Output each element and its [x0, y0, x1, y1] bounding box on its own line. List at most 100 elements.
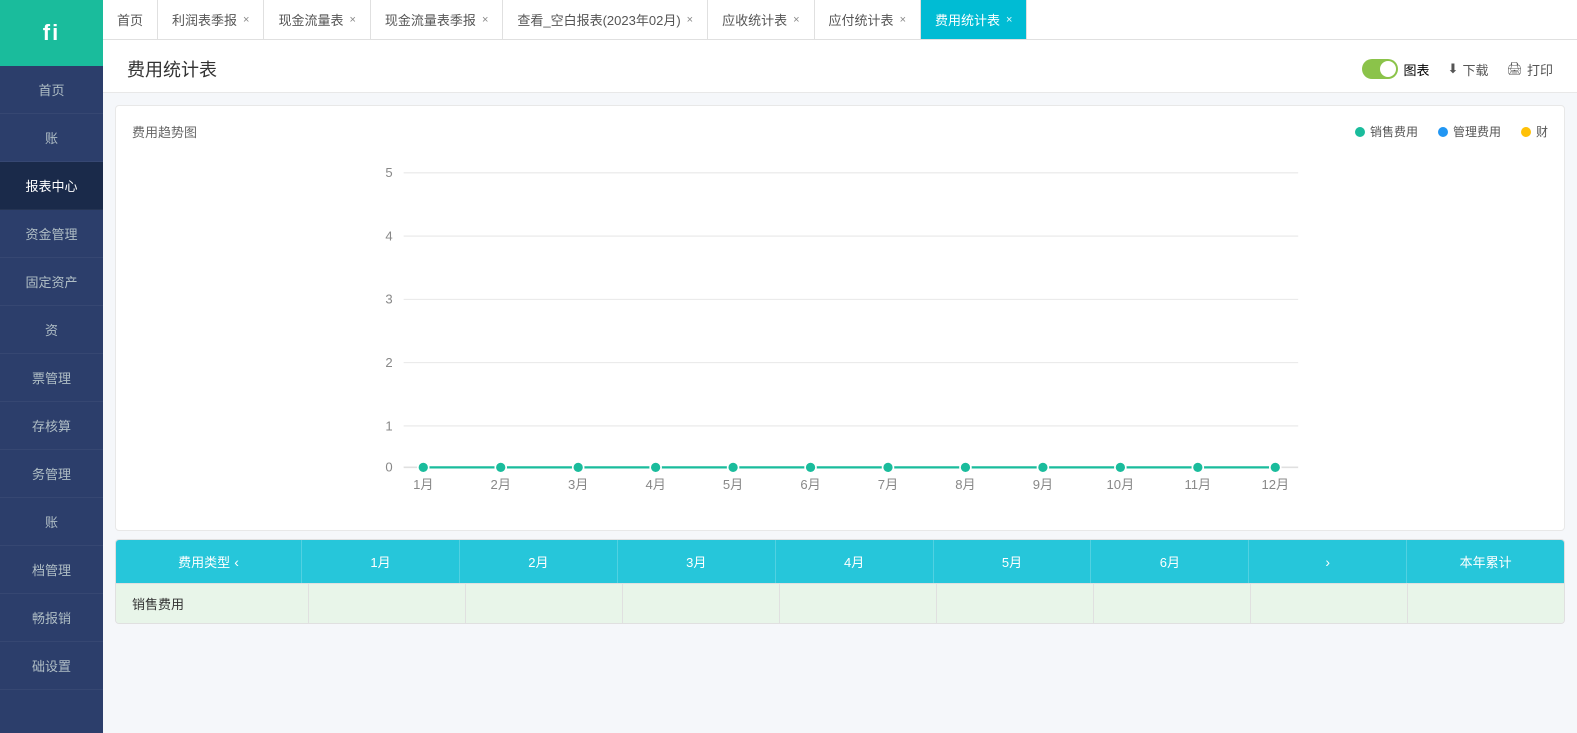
print-button[interactable]: 🖨 打印: [1506, 60, 1553, 79]
td-nav-spacer: [1251, 584, 1408, 623]
tab-payable-label: 应付统计表: [829, 10, 894, 29]
sidebar-item-writeoff[interactable]: 畅报销: [0, 594, 103, 642]
chart-toggle-wrap: 图表: [1362, 59, 1430, 79]
sidebar-item-investment[interactable]: 资: [0, 306, 103, 354]
svg-text:3月: 3月: [568, 477, 588, 492]
legend-finance-label: 财: [1536, 123, 1548, 140]
svg-text:10月: 10月: [1107, 477, 1135, 492]
table-header: 费用类型 ‹ 1月 2月 3月 4月 5月: [116, 540, 1564, 583]
th-nav-next[interactable]: ›: [1249, 540, 1407, 583]
page-header: 费用统计表 图表 ⬇ 下载 🖨 打印: [103, 40, 1577, 93]
tab-cashflow-close[interactable]: ×: [349, 14, 355, 26]
sidebar-item-service[interactable]: 务管理: [0, 450, 103, 498]
table-row: 销售费用: [116, 583, 1564, 623]
sidebar-item-fixed-assets[interactable]: 固定资产: [0, 258, 103, 306]
td-m6: [1094, 584, 1251, 623]
th-type: 费用类型 ‹: [116, 540, 302, 583]
tab-expense-close[interactable]: ×: [1006, 14, 1012, 26]
tab-receivable-close[interactable]: ×: [793, 14, 799, 26]
chart-toggle[interactable]: [1362, 59, 1398, 79]
th-m5: 5月: [934, 540, 1092, 583]
sidebar: fi 首页 账 报表中心 资金管理 固定资产 资 票管理 存核算 务管理 账 档…: [0, 0, 103, 733]
legend-admin: 管理费用: [1438, 123, 1501, 140]
svg-text:1: 1: [385, 418, 392, 433]
download-button[interactable]: ⬇ 下载: [1448, 60, 1489, 79]
th-m2-label: 2月: [528, 552, 548, 571]
tab-blank-report-close[interactable]: ×: [687, 14, 693, 26]
legend-admin-dot: [1438, 127, 1448, 137]
sidebar-item-home[interactable]: 首页: [0, 66, 103, 114]
next-arrow[interactable]: ›: [1325, 554, 1330, 570]
svg-text:0: 0: [385, 460, 392, 475]
td-m3: [623, 584, 780, 623]
tab-blank-report-label: 查看_空白报表(2023年02月): [517, 10, 680, 29]
th-m2: 2月: [460, 540, 618, 583]
page-title: 费用统计表: [127, 56, 217, 82]
svg-text:2月: 2月: [491, 477, 511, 492]
sidebar-item-inventory[interactable]: 存核算: [0, 402, 103, 450]
tab-profit-quarterly[interactable]: 利润表季报 ×: [158, 0, 264, 39]
line-chart-svg: 5 4 3 2 1 0 1月 2月 3月 4月 5月 6月 7月 8月 9: [132, 151, 1548, 511]
svg-text:7月: 7月: [878, 477, 898, 492]
chart-title: 费用趋势图: [132, 122, 197, 141]
prev-arrow[interactable]: ‹: [234, 554, 239, 570]
tab-cashflow-quarterly[interactable]: 现金流量表季报 ×: [371, 0, 503, 39]
tab-blank-report[interactable]: 查看_空白报表(2023年02月) ×: [503, 0, 708, 39]
th-ytd: 本年累计: [1407, 540, 1564, 583]
sidebar-item-fund[interactable]: 资金管理: [0, 210, 103, 258]
svg-text:5月: 5月: [723, 477, 743, 492]
sidebar-item-report-center[interactable]: 报表中心: [0, 162, 103, 210]
tab-cashflow-quarterly-close[interactable]: ×: [482, 14, 488, 26]
th-m5-label: 5月: [1002, 552, 1022, 571]
header-actions: 图表 ⬇ 下载 🖨 打印: [1362, 59, 1553, 79]
tab-receivable-label: 应收统计表: [722, 10, 787, 29]
th-m4-label: 4月: [844, 552, 864, 571]
th-m3: 3月: [618, 540, 776, 583]
download-icon: ⬇: [1448, 61, 1459, 77]
tab-cashflow-label: 现金流量表: [278, 10, 343, 29]
svg-text:6月: 6月: [800, 477, 820, 492]
chart-container: 5 4 3 2 1 0 1月 2月 3月 4月 5月 6月 7月 8月 9: [132, 151, 1548, 514]
expense-table: 费用类型 ‹ 1月 2月 3月 4月 5月: [115, 539, 1565, 624]
td-ytd: [1408, 584, 1564, 623]
legend-sales-label: 销售费用: [1370, 123, 1418, 140]
legend-finance: 财: [1521, 123, 1548, 140]
tab-cashflow-quarterly-label: 现金流量表季报: [385, 10, 476, 29]
chart-section: 费用趋势图 销售费用 管理费用 财: [115, 105, 1565, 531]
tab-bar: 首页 利润表季报 × 现金流量表 × 现金流量表季报 × 查看_空白报表(202…: [103, 0, 1577, 40]
tab-receivable[interactable]: 应收统计表 ×: [708, 0, 814, 39]
tab-cashflow[interactable]: 现金流量表 ×: [264, 0, 370, 39]
tab-expense[interactable]: 费用统计表 ×: [921, 0, 1027, 39]
th-m6-label: 6月: [1160, 552, 1180, 571]
tab-payable-close[interactable]: ×: [900, 14, 906, 26]
sidebar-item-files[interactable]: 档管理: [0, 546, 103, 594]
sidebar-item-accounts[interactable]: 账: [0, 498, 103, 546]
sidebar-item-settings[interactable]: 础设置: [0, 642, 103, 690]
th-type-label: 费用类型: [178, 552, 230, 571]
chart-toggle-label: 图表: [1404, 60, 1430, 79]
tab-home[interactable]: 首页: [103, 0, 158, 39]
app-logo: fi: [0, 0, 103, 66]
svg-text:5: 5: [385, 165, 392, 180]
svg-text:3: 3: [385, 292, 392, 307]
tab-profit-quarterly-close[interactable]: ×: [243, 14, 249, 26]
td-type-value: 销售费用: [132, 597, 184, 612]
th-m3-label: 3月: [686, 552, 706, 571]
svg-text:9月: 9月: [1033, 477, 1053, 492]
td-m5: [937, 584, 1094, 623]
download-label: 下载: [1462, 60, 1488, 79]
main-area: 首页 利润表季报 × 现金流量表 × 现金流量表季报 × 查看_空白报表(202…: [103, 0, 1577, 733]
sidebar-item-ledger[interactable]: 账: [0, 114, 103, 162]
tab-payable[interactable]: 应付统计表 ×: [815, 0, 921, 39]
tab-profit-quarterly-label: 利润表季报: [172, 10, 237, 29]
th-m4: 4月: [776, 540, 934, 583]
td-m4: [780, 584, 937, 623]
content-area: 费用统计表 图表 ⬇ 下载 🖨 打印 费用趋势图: [103, 40, 1577, 733]
legend-finance-dot: [1521, 127, 1531, 137]
th-m1-label: 1月: [370, 552, 390, 571]
th-m6: 6月: [1091, 540, 1249, 583]
svg-text:4: 4: [385, 228, 392, 243]
svg-text:4月: 4月: [645, 477, 665, 492]
sidebar-item-invoice[interactable]: 票管理: [0, 354, 103, 402]
td-m2: [466, 584, 623, 623]
